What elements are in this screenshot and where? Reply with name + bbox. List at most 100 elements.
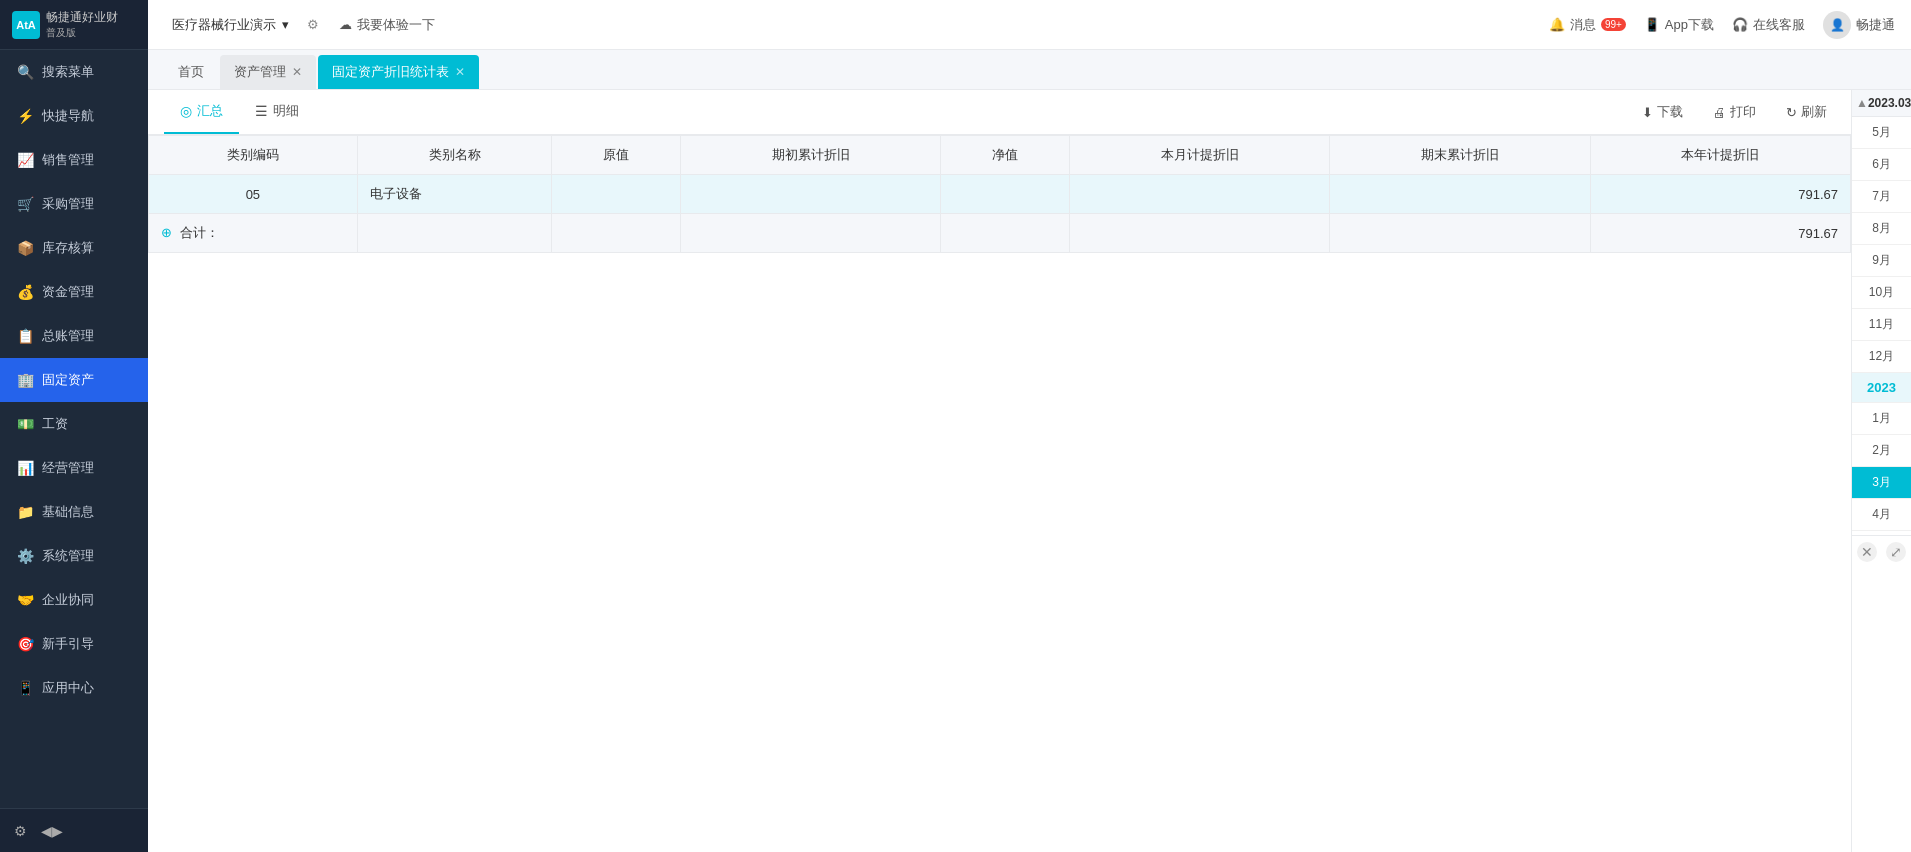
company-selector[interactable]: 医疗器械行业演示 ▾ <box>164 12 297 38</box>
cell-code: 05 <box>149 175 358 214</box>
system-icon: ⚙️ <box>16 547 34 565</box>
close-panel-icon[interactable]: ✕ <box>1857 542 1877 562</box>
search-icon: 🔍 <box>16 63 34 81</box>
lightning-icon: ⚡ <box>16 107 34 125</box>
chevron-down-icon: ▾ <box>282 17 289 32</box>
date-9[interactable]: 9月 <box>1852 245 1911 277</box>
operations-icon: 📊 <box>16 459 34 477</box>
sidebar-item-fixed-assets[interactable]: 🏢 固定资产 <box>0 358 148 402</box>
subtab-summary[interactable]: ◎ 汇总 <box>164 90 239 134</box>
col-name: 类别名称 <box>357 136 552 175</box>
refresh-icon: ↻ <box>1786 105 1797 120</box>
sidebar-item-inventory[interactable]: 📦 库存核算 <box>0 226 148 270</box>
ledger-icon: 📋 <box>16 327 34 345</box>
date-5[interactable]: 5月 <box>1852 117 1911 149</box>
beginner-icon: 🎯 <box>16 635 34 653</box>
date-panel-header: 2023.03 <box>1868 96 1911 110</box>
sidebar-item-basic-info[interactable]: 📁 基础信息 <box>0 490 148 534</box>
col-monthly-dep: 本月计提折旧 <box>1070 136 1330 175</box>
content-main: ◎ 汇总 ☰ 明细 ⬇ 下载 🖨 打印 <box>148 90 1851 852</box>
logo-icon: AtA <box>12 11 40 39</box>
sidebar-item-app-center[interactable]: 📱 应用中心 <box>0 666 148 710</box>
date-2[interactable]: 2月 <box>1852 435 1911 467</box>
col-annual-dep: 本年计提折旧 <box>1590 136 1850 175</box>
cell-initial-acc <box>681 175 941 214</box>
date-8[interactable]: 8月 <box>1852 213 1911 245</box>
sidebar: AtA 畅捷通好业财 普及版 🔍 搜索菜单 ⚡ 快捷导航 📈 销售管理 🛒 采购… <box>0 0 148 852</box>
sidebar-item-purchase[interactable]: 🛒 采购管理 <box>0 182 148 226</box>
sidebar-header: AtA 畅捷通好业财 普及版 <box>0 0 148 50</box>
summary-label: ⊕ 合计： <box>149 214 358 253</box>
summary-ending-acc <box>1330 214 1590 253</box>
sidebar-item-sales[interactable]: 📈 销售管理 <box>0 138 148 182</box>
summary-row: ⊕ 合计： 791.67 <box>149 214 1851 253</box>
summary-icon: ◎ <box>180 103 192 119</box>
settings-gear-icon[interactable]: ⚙ <box>307 17 319 32</box>
headset-icon: 🎧 <box>1732 17 1748 32</box>
toolbar: ⬇ 下载 🖨 打印 ↻ 刷新 <box>1634 90 1851 134</box>
tab-close-asset-mgmt[interactable]: ✕ <box>292 65 302 79</box>
date-7[interactable]: 7月 <box>1852 181 1911 213</box>
summary-original <box>552 214 681 253</box>
sidebar-item-ledger[interactable]: 📋 总账管理 <box>0 314 148 358</box>
date-1[interactable]: 1月 <box>1852 403 1911 435</box>
tab-asset-mgmt[interactable]: 资产管理 ✕ <box>220 55 316 89</box>
date-3-active[interactable]: 3月 <box>1852 467 1911 499</box>
download-btn[interactable]: ⬇ 下载 <box>1634 99 1691 125</box>
main-area: 医疗器械行业演示 ▾ ⚙ ☁ 我要体验一下 🔔 消息 99+ 📱 App下载 🎧… <box>148 0 1911 852</box>
cell-name: 电子设备 <box>357 175 552 214</box>
cell-net-value <box>941 175 1070 214</box>
sum-icon: ⊕ <box>161 225 172 240</box>
sidebar-item-quick-nav[interactable]: ⚡ 快捷导航 <box>0 94 148 138</box>
expand-panel-icon[interactable]: ⤢ <box>1886 542 1906 562</box>
inventory-icon: 📦 <box>16 239 34 257</box>
user-avatar: 👤 <box>1823 11 1851 39</box>
sidebar-item-salary[interactable]: 💵 工资 <box>0 402 148 446</box>
basic-info-icon: 📁 <box>16 503 34 521</box>
enterprise-icon: 🤝 <box>16 591 34 609</box>
date-12[interactable]: 12月 <box>1852 341 1911 373</box>
table-row: 05 电子设备 791.67 <box>149 175 1851 214</box>
cell-annual-dep: 791.67 <box>1590 175 1850 214</box>
refresh-btn[interactable]: ↻ 刷新 <box>1778 99 1835 125</box>
print-btn[interactable]: 🖨 打印 <box>1705 99 1764 125</box>
cloud-icon: ☁ <box>339 17 352 32</box>
date-6[interactable]: 6月 <box>1852 149 1911 181</box>
sidebar-item-operations[interactable]: 📊 经营管理 <box>0 446 148 490</box>
summary-initial-acc <box>681 214 941 253</box>
tab-depreciation[interactable]: 固定资产折旧统计表 ✕ <box>318 55 479 89</box>
date-prev-icon[interactable]: ▲ <box>1856 96 1868 110</box>
sidebar-item-enterprise[interactable]: 🤝 企业协同 <box>0 578 148 622</box>
user-menu[interactable]: 👤 畅捷通 <box>1823 11 1895 39</box>
tab-close-depreciation[interactable]: ✕ <box>455 65 465 79</box>
sales-icon: 📈 <box>16 151 34 169</box>
purchase-icon: 🛒 <box>16 195 34 213</box>
company-name: 医疗器械行业演示 <box>172 16 276 34</box>
tab-home[interactable]: 首页 <box>164 55 218 89</box>
experience-btn[interactable]: ☁ 我要体验一下 <box>329 12 445 38</box>
date-10[interactable]: 10月 <box>1852 277 1911 309</box>
settings-icon[interactable]: ⚙ <box>14 823 27 839</box>
sidebar-item-beginner[interactable]: 🎯 新手引导 <box>0 622 148 666</box>
detail-icon: ☰ <box>255 103 268 119</box>
subtab-detail[interactable]: ☰ 明细 <box>239 90 315 134</box>
topbar-right: 🔔 消息 99+ 📱 App下载 🎧 在线客服 👤 畅捷通 <box>1549 11 1895 39</box>
collapse-icon[interactable]: ◀▶ <box>41 823 63 839</box>
download-icon: ⬇ <box>1642 105 1653 120</box>
summary-net-value <box>941 214 1070 253</box>
fixed-assets-icon: 🏢 <box>16 371 34 389</box>
notification-btn[interactable]: 🔔 消息 99+ <box>1549 16 1626 34</box>
summary-annual-dep: 791.67 <box>1590 214 1850 253</box>
date-11[interactable]: 11月 <box>1852 309 1911 341</box>
summary-name <box>357 214 552 253</box>
sidebar-item-funds[interactable]: 💰 资金管理 <box>0 270 148 314</box>
salary-icon: 💵 <box>16 415 34 433</box>
app-download-btn[interactable]: 📱 App下载 <box>1644 16 1714 34</box>
date-4[interactable]: 4月 <box>1852 499 1911 531</box>
online-service-btn[interactable]: 🎧 在线客服 <box>1732 16 1805 34</box>
sidebar-footer: ⚙ ◀▶ <box>0 808 148 852</box>
cell-original <box>552 175 681 214</box>
sidebar-item-system[interactable]: ⚙️ 系统管理 <box>0 534 148 578</box>
subtab-bar: ◎ 汇总 ☰ 明细 <box>148 90 331 134</box>
sidebar-item-search[interactable]: 🔍 搜索菜单 <box>0 50 148 94</box>
